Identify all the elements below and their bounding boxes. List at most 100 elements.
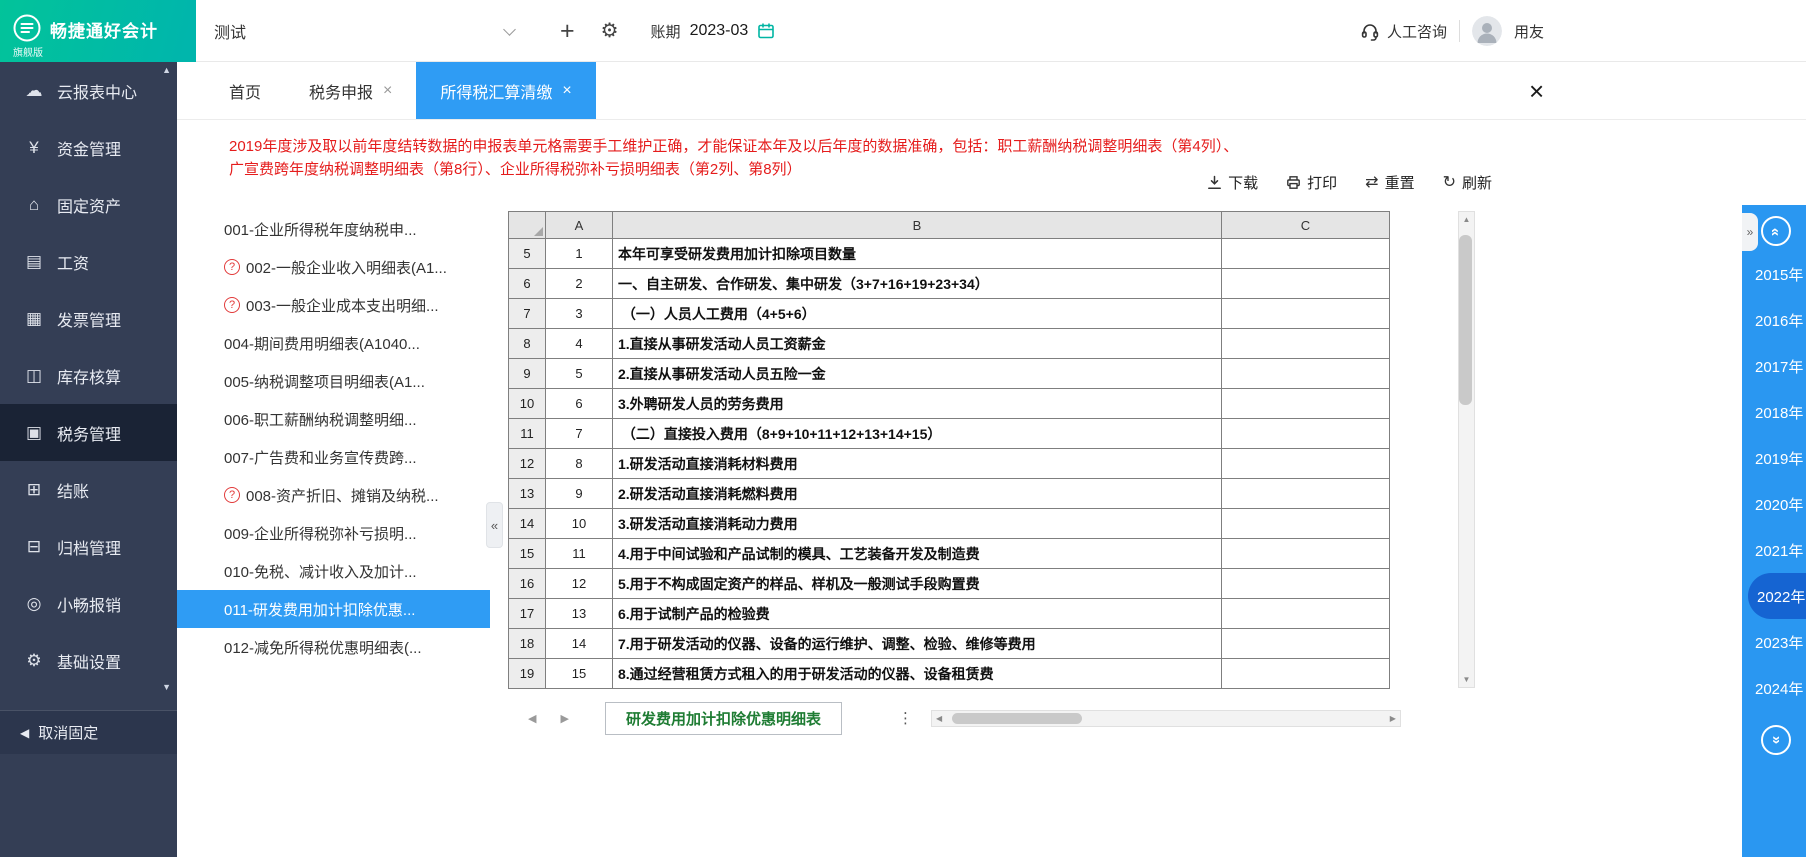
year-item[interactable]: 2017年 (1742, 343, 1806, 389)
column-header-b[interactable]: B (613, 212, 1222, 239)
sidebar-item[interactable]: ⊞ 结账 (0, 461, 177, 518)
cell-b[interactable]: 1.研发活动直接消耗材料费用 (613, 449, 1222, 479)
sidebar-item[interactable]: ◎ 小畅报销 (0, 575, 177, 632)
years-scroll-down-button[interactable]: « (1761, 725, 1791, 755)
tab-close-icon[interactable]: × (562, 82, 571, 100)
row-number-cell[interactable]: 12 (509, 449, 546, 479)
cell-b[interactable]: 7.用于研发活动的仪器、设备的运行维护、调整、检验、维修等费用 (613, 629, 1222, 659)
cell-b[interactable]: 2.直接从事研发活动人员五险一金 (613, 359, 1222, 389)
gear-icon[interactable]: ⚙ (601, 21, 619, 41)
row-number-cell[interactable]: 7 (509, 299, 546, 329)
cell-a[interactable]: 10 (546, 509, 613, 539)
row-number-cell[interactable]: 10 (509, 389, 546, 419)
row-number-cell[interactable]: 17 (509, 599, 546, 629)
row-number-cell[interactable]: 9 (509, 359, 546, 389)
cell-c[interactable] (1222, 479, 1390, 509)
sidebar-item[interactable]: ⊟ 归档管理 (0, 518, 177, 575)
cell-a[interactable]: 12 (546, 569, 613, 599)
year-item[interactable]: 2015年 (1742, 251, 1806, 297)
add-button[interactable]: + (560, 18, 575, 44)
cell-a[interactable]: 11 (546, 539, 613, 569)
sidebar-item[interactable]: ¥ 资金管理 (0, 119, 177, 176)
cell-c[interactable] (1222, 299, 1390, 329)
cell-c[interactable] (1222, 449, 1390, 479)
row-number-cell[interactable]: 19 (509, 659, 546, 689)
row-number-cell[interactable]: 8 (509, 329, 546, 359)
report-list-item[interactable]: ? 012-减免所得税优惠明细表(... (177, 628, 490, 666)
year-item[interactable]: 2019年 (1742, 435, 1806, 481)
row-number-cell[interactable]: 15 (509, 539, 546, 569)
years-scroll-up-button[interactable]: « (1761, 216, 1791, 246)
cell-b[interactable]: 6.用于试制产品的检验费 (613, 599, 1222, 629)
sheet-tab[interactable]: 研发费用加计扣除优惠明细表 (604, 701, 842, 735)
expand-panel-handle[interactable]: » (1742, 213, 1758, 251)
cell-a[interactable]: 5 (546, 359, 613, 389)
scroll-down-icon[interactable]: ▼ (1463, 675, 1471, 684)
year-item[interactable]: 2023年 (1742, 619, 1806, 665)
sheet-prev-icon[interactable]: ◀ (528, 712, 536, 725)
cell-b[interactable]: 8.通过经营租赁方式租入的用于研发活动的仪器、设备租赁费 (613, 659, 1222, 689)
workspace-select[interactable]: 测试 (214, 19, 516, 43)
support-button[interactable]: 人工咨询 (1360, 21, 1447, 42)
cell-c[interactable] (1222, 659, 1390, 689)
cell-b[interactable]: 一、自主研发、合作研发、集中研发（3+7+16+19+23+34） (613, 269, 1222, 299)
sidebar-item[interactable]: ◫ 库存核算 (0, 347, 177, 404)
year-item[interactable]: 2016年 (1742, 297, 1806, 343)
download-button[interactable]: 下载 (1207, 172, 1258, 193)
row-number-cell[interactable]: 6 (509, 269, 546, 299)
year-item[interactable]: 2020年 (1742, 481, 1806, 527)
cell-a[interactable]: 1 (546, 239, 613, 269)
tab[interactable]: 首页 × (205, 62, 285, 119)
cell-c[interactable] (1222, 239, 1390, 269)
year-item[interactable]: 2024年 (1742, 665, 1806, 711)
tab-close-icon[interactable]: × (383, 82, 392, 100)
more-icon[interactable]: ⋮ (898, 709, 913, 727)
sidebar-scroll-down-icon[interactable]: ▼ (162, 682, 171, 692)
sidebar-item[interactable]: ⚙ 基础设置 (0, 632, 177, 689)
sheet-next-icon[interactable]: ▶ (560, 712, 568, 725)
row-number-cell[interactable]: 16 (509, 569, 546, 599)
sidebar-item[interactable]: ▣ 税务管理 (0, 404, 177, 461)
column-header-c[interactable]: C (1222, 212, 1390, 239)
cell-b[interactable]: 5.用于不构成固定资产的样品、样机及一般测试手段购置费 (613, 569, 1222, 599)
cell-a[interactable]: 6 (546, 389, 613, 419)
print-button[interactable]: 打印 (1286, 172, 1337, 193)
report-list-item[interactable]: ? 003-一般企业成本支出明细... (177, 286, 490, 324)
cell-c[interactable] (1222, 329, 1390, 359)
cell-c[interactable] (1222, 539, 1390, 569)
cell-b[interactable]: 本年可享受研发费用加计扣除项目数量 (613, 239, 1222, 269)
row-number-cell[interactable]: 5 (509, 239, 546, 269)
horizontal-scrollbar[interactable]: ◀ ▶ (930, 709, 1401, 727)
cell-c[interactable] (1222, 629, 1390, 659)
cell-a[interactable]: 3 (546, 299, 613, 329)
report-list-item[interactable]: ? 005-纳税调整项目明细表(A1... (177, 362, 490, 400)
user-name[interactable]: 用友 (1514, 21, 1544, 42)
avatar[interactable] (1471, 16, 1502, 46)
cell-c[interactable] (1222, 599, 1390, 629)
year-item[interactable]: 2022年 (1748, 573, 1806, 619)
year-item[interactable]: 2018年 (1742, 389, 1806, 435)
scroll-left-icon[interactable]: ◀ (936, 714, 942, 723)
cell-c[interactable] (1222, 509, 1390, 539)
row-number-cell[interactable]: 14 (509, 509, 546, 539)
reset-button[interactable]: ⇄ 重置 (1365, 172, 1414, 193)
report-list-item[interactable]: ? 008-资产折旧、摊销及纳税... (177, 476, 490, 514)
cell-b[interactable]: 4.用于中间试验和产品试制的模具、工艺装备开发及制造费 (613, 539, 1222, 569)
row-number-cell[interactable]: 18 (509, 629, 546, 659)
cell-a[interactable]: 15 (546, 659, 613, 689)
cell-a[interactable]: 14 (546, 629, 613, 659)
cell-c[interactable] (1222, 269, 1390, 299)
cell-c[interactable] (1222, 569, 1390, 599)
tab[interactable]: 税务申报 × (285, 62, 416, 119)
collapse-panel-handle[interactable]: « (486, 502, 503, 548)
report-list-item[interactable]: ? 002-一般企业收入明细表(A1... (177, 248, 490, 286)
report-list-item[interactable]: ? 004-期间费用明细表(A1040... (177, 324, 490, 362)
sidebar-item[interactable]: ▦ 发票管理 (0, 290, 177, 347)
scroll-up-icon[interactable]: ▲ (1463, 215, 1471, 224)
report-list-item[interactable]: ? 011-研发费用加计扣除优惠... (177, 590, 490, 628)
cell-a[interactable]: 9 (546, 479, 613, 509)
cell-a[interactable]: 2 (546, 269, 613, 299)
close-tabs-button[interactable]: × (1529, 62, 1544, 120)
cell-b[interactable]: 3.研发活动直接消耗动力费用 (613, 509, 1222, 539)
vertical-scrollbar-thumb[interactable] (1459, 235, 1472, 405)
